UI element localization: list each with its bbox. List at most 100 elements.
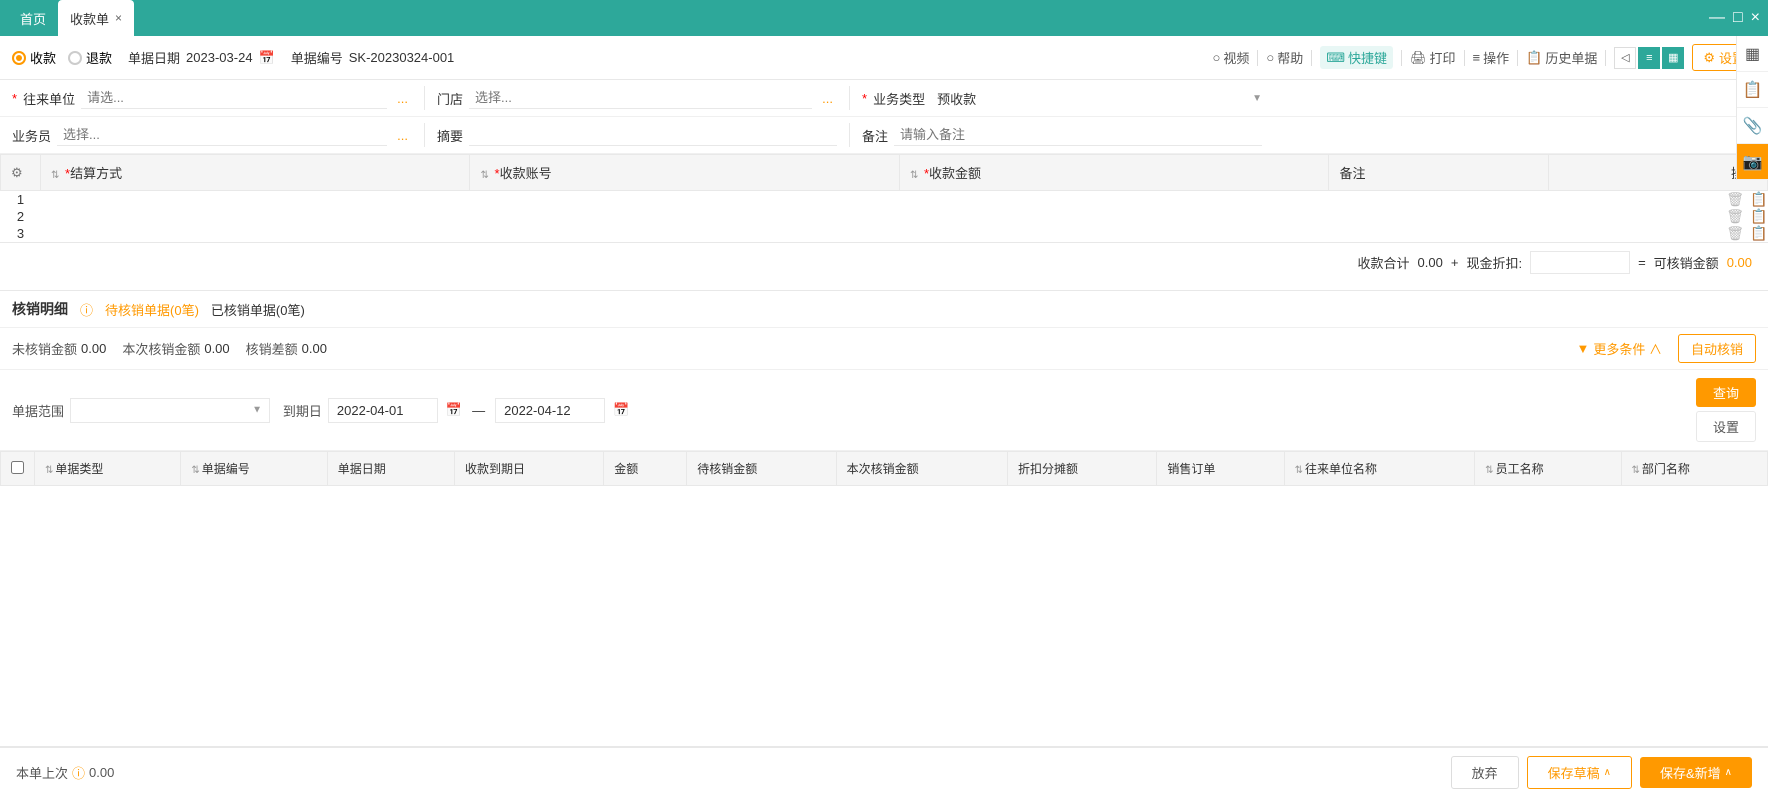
shop-input[interactable] — [469, 87, 812, 109]
salesperson-input[interactable] — [57, 124, 387, 146]
remark-label: 备注 — [862, 126, 888, 145]
row3-account[interactable] — [470, 225, 899, 242]
row1-delete-icon[interactable]: 🗑 — [1726, 191, 1744, 208]
filter-setting-btn[interactable]: 设置 — [1696, 411, 1756, 442]
footer-info-icon[interactable]: ⓘ — [72, 763, 85, 782]
number-label: 单据编号 — [291, 48, 343, 67]
row3-delete-icon[interactable]: 🗑 — [1726, 225, 1744, 242]
minimize-icon[interactable]: — — [1709, 9, 1725, 27]
sidebar-list-icon[interactable]: 📋 — [1737, 72, 1768, 108]
home-label: 首页 — [20, 9, 46, 28]
number-value: SK-20230324-001 — [349, 50, 455, 65]
pagination-btns: ◁ ≡ ▦ — [1614, 47, 1684, 69]
col-dept: ⇅部门名称 — [1621, 452, 1767, 486]
row3-remark[interactable] — [1329, 225, 1548, 242]
print-action[interactable]: 🖨 打印 — [1410, 48, 1456, 67]
sidebar-camera-icon[interactable]: 📷 — [1737, 144, 1768, 180]
sidebar-attach-icon[interactable]: 📎 — [1737, 108, 1768, 144]
list-view-btn[interactable]: ≡ — [1638, 47, 1660, 69]
salesperson-more-btn[interactable]: ... — [393, 128, 412, 143]
operations-action[interactable]: ≡ 操作 — [1473, 48, 1510, 67]
prev-page-btn[interactable]: ◁ — [1614, 47, 1636, 69]
row3-settlement[interactable] — [41, 225, 470, 242]
range-select[interactable] — [70, 398, 270, 423]
counterparty-required: * — [12, 91, 17, 106]
maximize-icon[interactable]: □ — [1733, 9, 1743, 27]
close-tab-icon[interactable]: × — [115, 11, 122, 25]
row3-copy-icon[interactable]: 📋 — [1750, 225, 1767, 242]
nav-tab-receipt[interactable]: 收款单 × — [58, 0, 134, 36]
counterparty-input[interactable] — [81, 87, 387, 109]
save-new-btn[interactable]: 保存&新增 ∧ — [1640, 757, 1752, 788]
to-date-input[interactable] — [495, 398, 605, 423]
summary-input[interactable] — [469, 124, 837, 146]
due-date-filter: 到期日 📅 — 📅 — [283, 398, 629, 423]
business-type-value: 预收款 — [937, 89, 1246, 108]
col-doc-num: ⇅单据编号 — [181, 452, 327, 486]
from-date-calendar-icon[interactable]: 📅 — [446, 402, 462, 418]
table-gear-icon[interactable]: ⚙ — [11, 165, 23, 180]
remark-input[interactable] — [894, 124, 1262, 146]
more-conditions-btn[interactable]: ▼ 更多条件 ∧ — [1576, 339, 1662, 358]
video-icon: ○ — [1212, 50, 1220, 65]
discount-input[interactable] — [1530, 251, 1630, 274]
calendar-icon[interactable]: 📅 — [259, 50, 275, 66]
row2-delete-icon[interactable]: 🗑 — [1726, 208, 1744, 225]
to-date-calendar-icon[interactable]: 📅 — [613, 402, 629, 418]
select-all-checkbox[interactable] — [11, 461, 24, 474]
col-employee: ⇅员工名称 — [1475, 452, 1621, 486]
verifiable-label: 可核销金额 — [1654, 253, 1719, 272]
col-discount: 折扣分摊额 — [1008, 452, 1157, 486]
radio-receipt[interactable]: 收款 — [12, 48, 56, 67]
pending-tab[interactable]: 待核销单据(0笔) — [105, 300, 199, 319]
row1-actions: 🗑 📋 — [1548, 191, 1767, 209]
row1-account[interactable] — [470, 191, 899, 209]
row-num-1: 1 — [1, 191, 41, 209]
verify-info-icon[interactable]: ⓘ — [80, 300, 93, 319]
shortcut-action[interactable]: ⌨ 快捷键 — [1320, 46, 1393, 69]
print-label: 打印 — [1430, 48, 1456, 67]
help-action[interactable]: ○ 帮助 — [1266, 48, 1303, 67]
radio-receipt-label: 收款 — [30, 48, 56, 67]
verify-stats: 未核销金额 0.00 本次核销金额 0.00 核销差额 0.00 ▼ 更多条件 … — [0, 328, 1768, 370]
right-sidebar: ▦ 📋 📎 📷 — [1736, 36, 1768, 180]
done-tab[interactable]: 已核销单据(0笔) — [211, 300, 305, 319]
row3-amount[interactable] — [899, 225, 1328, 242]
header-actions: ○ 视频 ○ 帮助 ⌨ 快捷键 🖨 打印 ≡ 操作 — [1212, 44, 1756, 71]
save-draft-arrow: ∧ — [1604, 767, 1611, 778]
business-type-arrow[interactable]: ▼ — [1252, 93, 1262, 104]
video-action[interactable]: ○ 视频 — [1212, 48, 1249, 67]
close-window-icon[interactable]: × — [1751, 9, 1760, 27]
bottom-table-section: ⇅单据类型 ⇅单据编号 单据日期 收款到期日 金额 待核销金额 本次核销金额 折… — [0, 451, 1768, 486]
query-btn[interactable]: 查询 — [1696, 378, 1756, 407]
row2-copy-icon[interactable]: 📋 — [1750, 208, 1767, 225]
history-action[interactable]: 📋 历史单据 — [1526, 48, 1597, 67]
stat-diff: 核销差额 0.00 — [246, 339, 327, 358]
row1-settlement[interactable] — [41, 191, 470, 209]
video-label: 视频 — [1223, 48, 1249, 67]
shop-more-btn[interactable]: ... — [818, 91, 837, 106]
row1-remark[interactable] — [1329, 191, 1548, 209]
save-draft-btn[interactable]: 保存草稿 ∧ — [1527, 756, 1632, 789]
grid-view-btn[interactable]: ▦ — [1662, 47, 1684, 69]
radio-refund[interactable]: 退款 — [68, 48, 112, 67]
from-date-input[interactable] — [328, 398, 438, 423]
auto-verify-btn[interactable]: 自动核销 — [1678, 334, 1756, 363]
row1-copy-icon[interactable]: 📋 — [1750, 191, 1767, 208]
row2-settlement[interactable] — [41, 208, 470, 225]
stat-unverified: 未核销金额 0.00 — [12, 339, 106, 358]
row1-amount[interactable] — [899, 191, 1328, 209]
nav-tab-home[interactable]: 首页 — [8, 0, 58, 36]
col-amount: ⇅ *收款金额 — [899, 155, 1328, 191]
history-label: 历史单据 — [1545, 48, 1597, 67]
row2-account[interactable] — [470, 208, 899, 225]
discard-btn[interactable]: 放弃 — [1451, 756, 1519, 789]
row2-remark[interactable] — [1329, 208, 1548, 225]
stat-unverified-label: 未核销金额 — [12, 339, 77, 358]
sidebar-table-icon[interactable]: ▦ — [1737, 36, 1768, 72]
counterparty-more-btn[interactable]: ... — [393, 91, 412, 106]
col-sales-order: 销售订单 — [1157, 452, 1284, 486]
salesperson-field: 业务员 ... — [12, 124, 412, 146]
receipt-tab-label: 收款单 — [70, 9, 109, 28]
row2-amount[interactable] — [899, 208, 1328, 225]
